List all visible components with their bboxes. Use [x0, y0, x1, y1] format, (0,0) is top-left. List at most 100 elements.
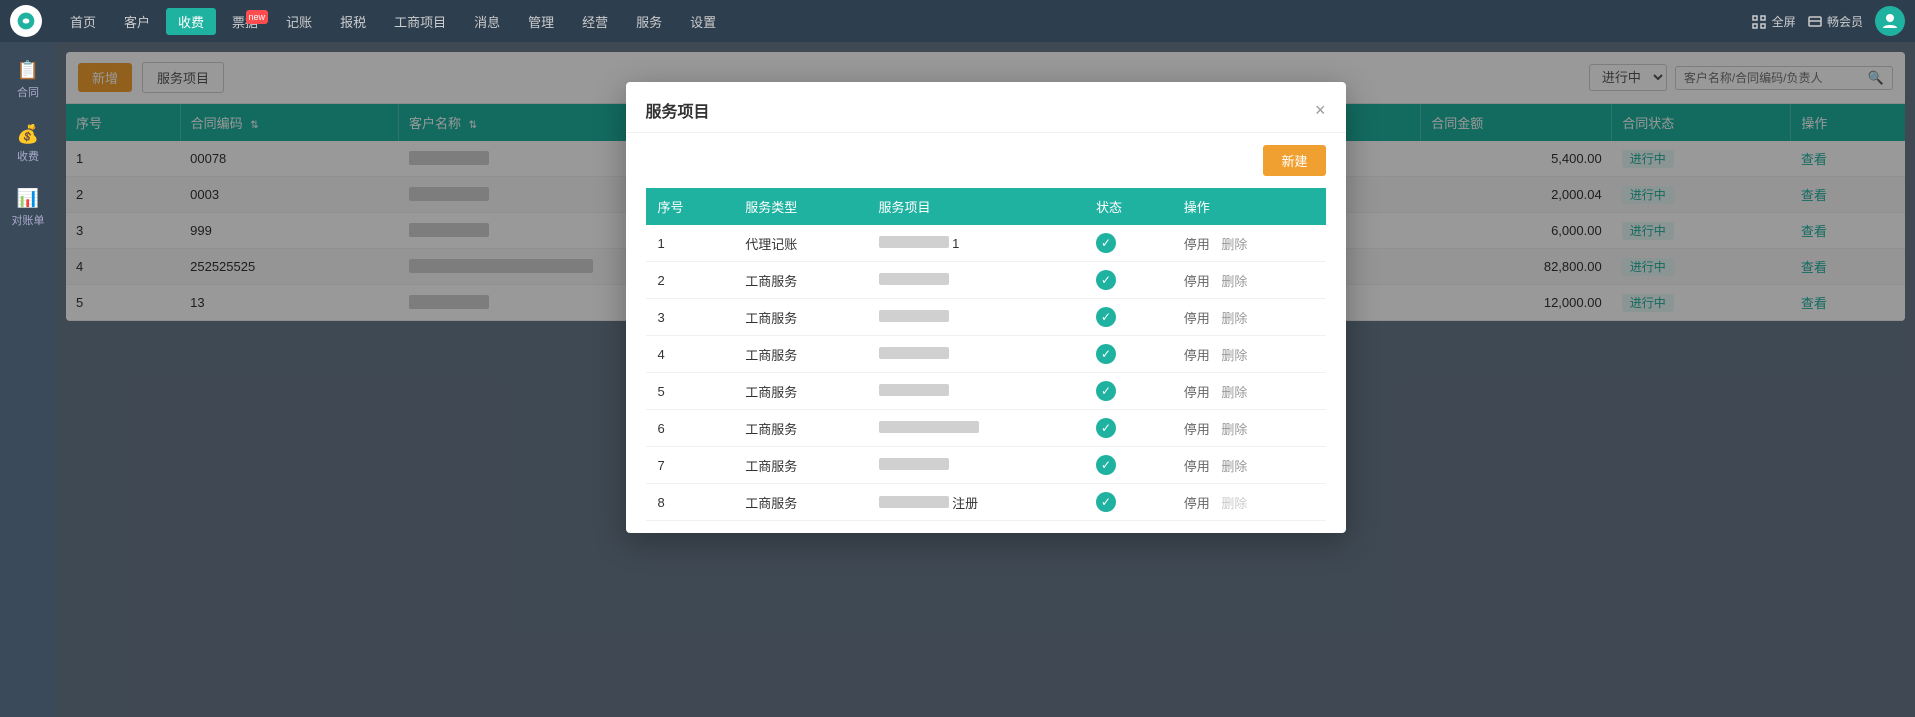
modal-cell-action[interactable]: 停用 删除 — [1172, 336, 1326, 373]
modal-cell-status: ✓ — [1084, 410, 1172, 447]
modal-cell-item — [867, 373, 1084, 410]
sidebar-item-shoufei[interactable]: 💰 收费 — [3, 116, 53, 172]
delete-button[interactable]: 删除 — [1221, 348, 1247, 363]
nav-home[interactable]: 首页 — [58, 8, 108, 35]
status-check-icon: ✓ — [1096, 270, 1116, 290]
modal-cell-item — [867, 447, 1084, 484]
modal-cell-action[interactable]: 停用 删除 — [1172, 373, 1326, 410]
modal-cell-item — [867, 410, 1084, 447]
modal-cell-type: 工商服务 — [733, 262, 866, 299]
modal-cell-status: ✓ — [1084, 225, 1172, 262]
modal-cell-item — [867, 262, 1084, 299]
nav-fuwu[interactable]: 服务 — [624, 8, 674, 35]
status-check-icon: ✓ — [1096, 344, 1116, 364]
top-nav-right: 全屏 畅会员 — [1752, 6, 1905, 36]
modal-cell-status: ✓ — [1084, 299, 1172, 336]
nav-gongshang[interactable]: 工商项目 — [382, 8, 458, 35]
modal-toolbar: 新建 — [646, 145, 1326, 176]
modal-header: 服务项目 × — [626, 82, 1346, 133]
nav-shezhi[interactable]: 设置 — [678, 8, 728, 35]
sidebar-item-duizhang[interactable]: 📊 对账单 — [3, 180, 53, 236]
stop-button[interactable]: 停用 — [1184, 459, 1210, 474]
delete-button[interactable]: 删除 — [1221, 237, 1247, 252]
delete-button[interactable]: 删除 — [1221, 385, 1247, 400]
stop-button[interactable]: 停用 — [1184, 274, 1210, 289]
modal-cell-index: 2 — [646, 262, 734, 299]
modal-cell-action[interactable]: 停用 删除 — [1172, 299, 1326, 336]
sidebar: 📋 合同 💰 收费 📊 对账单 — [0, 42, 56, 717]
modal-body: 新建 序号 服务类型 服务项目 状态 操作 1 — [626, 133, 1346, 533]
modal-col-type: 服务类型 — [733, 188, 866, 225]
modal-new-button[interactable]: 新建 — [1263, 145, 1325, 176]
logo[interactable] — [10, 5, 42, 37]
top-nav: 首页 客户 收费 票据 new 记账 报税 工商项目 消息 管理 经营 服务 设… — [0, 0, 1915, 42]
status-check-icon: ✓ — [1096, 307, 1116, 327]
delete-button[interactable]: 删除 — [1221, 311, 1247, 326]
modal-table: 序号 服务类型 服务项目 状态 操作 1 代理记账 1 ✓ 停用 删除 2 工商… — [646, 188, 1326, 521]
nav-jizhang[interactable]: 记账 — [274, 8, 324, 35]
member-btn[interactable]: 畅会员 — [1808, 13, 1863, 30]
nav-piao[interactable]: 票据 new — [220, 8, 270, 35]
shoufei-icon: 💰 — [17, 124, 39, 145]
modal-title: 服务项目 — [646, 98, 710, 122]
status-check-icon: ✓ — [1096, 418, 1116, 438]
modal-cell-action[interactable]: 停用 删除 — [1172, 447, 1326, 484]
modal-cell-item: 1 — [867, 225, 1084, 262]
stop-button[interactable]: 停用 — [1184, 422, 1210, 437]
modal-cell-item: 注册 — [867, 484, 1084, 521]
modal-cell-status: ✓ — [1084, 484, 1172, 521]
modal-close-button[interactable]: × — [1315, 101, 1326, 119]
modal-overlay[interactable]: 服务项目 × 新建 序号 服务类型 服务项目 状态 — [56, 42, 1915, 717]
nav-items: 首页 客户 收费 票据 new 记账 报税 工商项目 消息 管理 经营 服务 设… — [58, 8, 1752, 35]
modal-table-row: 1 代理记账 1 ✓ 停用 删除 — [646, 225, 1326, 262]
modal-cell-action[interactable]: 停用 删除 — [1172, 410, 1326, 447]
modal-cell-type: 代理记账 — [733, 225, 866, 262]
stop-button[interactable]: 停用 — [1184, 348, 1210, 363]
main-layout: 📋 合同 💰 收费 📊 对账单 新增 服务项目 进行中 已完成 已终止 — [0, 42, 1915, 717]
modal-cell-status: ✓ — [1084, 336, 1172, 373]
sidebar-label-duizhang: 对账单 — [12, 212, 45, 228]
sidebar-item-hetong[interactable]: 📋 合同 — [3, 52, 53, 108]
stop-button[interactable]: 停用 — [1184, 385, 1210, 400]
modal-cell-index: 8 — [646, 484, 734, 521]
delete-button[interactable]: 删除 — [1221, 422, 1247, 437]
modal-col-status: 状态 — [1084, 188, 1172, 225]
stop-button[interactable]: 停用 — [1184, 496, 1210, 511]
modal-cell-index: 6 — [646, 410, 734, 447]
sidebar-label-shoufei: 收费 — [17, 148, 39, 164]
delete-button[interactable]: 删除 — [1221, 274, 1247, 289]
stop-button[interactable]: 停用 — [1184, 311, 1210, 326]
status-check-icon: ✓ — [1096, 381, 1116, 401]
modal-cell-action[interactable]: 停用 删除 — [1172, 225, 1326, 262]
modal-table-row: 7 工商服务 ✓ 停用 删除 — [646, 447, 1326, 484]
modal-table-row: 8 工商服务 注册 ✓ 停用 删除 — [646, 484, 1326, 521]
modal-cell-action[interactable]: 停用 删除 — [1172, 484, 1326, 521]
modal-cell-type: 工商服务 — [733, 484, 866, 521]
nav-shoufei[interactable]: 收费 — [166, 8, 216, 35]
modal-cell-action[interactable]: 停用 删除 — [1172, 262, 1326, 299]
fullscreen-btn[interactable]: 全屏 — [1752, 13, 1795, 30]
nav-xiaoxi[interactable]: 消息 — [462, 8, 512, 35]
modal-col-index: 序号 — [646, 188, 734, 225]
nav-baoshui[interactable]: 报税 — [328, 8, 378, 35]
modal-cell-status: ✓ — [1084, 447, 1172, 484]
nav-guanli[interactable]: 管理 — [516, 8, 566, 35]
stop-button[interactable]: 停用 — [1184, 237, 1210, 252]
sidebar-label-hetong: 合同 — [17, 84, 39, 100]
modal-table-row: 4 工商服务 ✓ 停用 删除 — [646, 336, 1326, 373]
modal-table-row: 6 工商服务 ✓ 停用 删除 — [646, 410, 1326, 447]
modal-table-row: 3 工商服务 ✓ 停用 删除 — [646, 299, 1326, 336]
modal-cell-type: 工商服务 — [733, 373, 866, 410]
modal-cell-type: 工商服务 — [733, 447, 866, 484]
avatar[interactable] — [1875, 6, 1905, 36]
modal-cell-index: 7 — [646, 447, 734, 484]
modal-cell-item — [867, 299, 1084, 336]
delete-button[interactable]: 删除 — [1221, 496, 1247, 511]
nav-customer[interactable]: 客户 — [112, 8, 162, 35]
modal-cell-index: 4 — [646, 336, 734, 373]
content-area: 新增 服务项目 进行中 已完成 已终止 🔍 — [56, 42, 1915, 717]
new-badge: new — [246, 10, 269, 24]
nav-jingying[interactable]: 经营 — [570, 8, 620, 35]
delete-button[interactable]: 删除 — [1221, 459, 1247, 474]
modal-col-item: 服务项目 — [867, 188, 1084, 225]
